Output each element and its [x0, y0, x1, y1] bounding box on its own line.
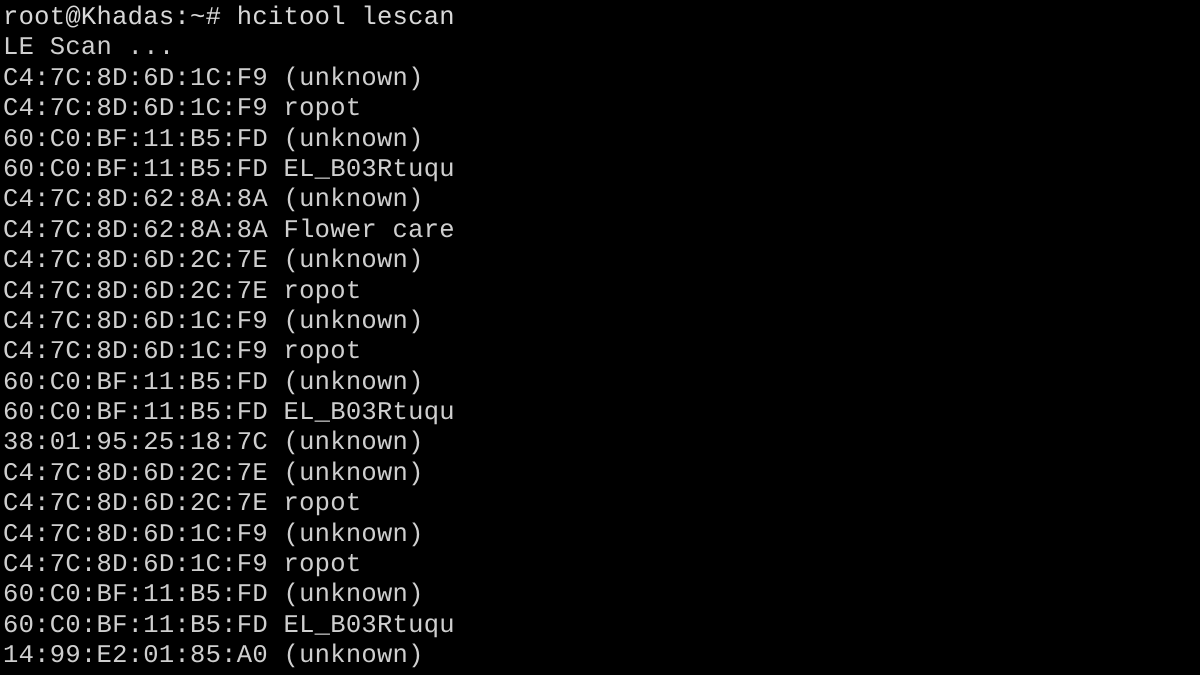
terminal-output-line: C4:7C:8D:6D:1C:F9 ropot — [3, 94, 362, 124]
terminal-output-line: C4:7C:8D:6D:2C:7E (unknown) — [3, 458, 424, 488]
terminal-output-line: 14:99:E2:01:85:A0 (unknown) — [3, 641, 424, 671]
terminal-output-line: 60:C0:BF:11:B5:FD EL_B03Rtuqu — [3, 154, 455, 184]
terminal-output-line: C4:7C:8D:6D:1C:F9 ropot — [3, 550, 362, 580]
terminal-output-line: C4:7C:8D:6D:1C:F9 (unknown) — [3, 306, 424, 336]
terminal-output-line: 60:C0:BF:11:B5:FD (unknown) — [3, 580, 424, 610]
terminal-output-line: 60:C0:BF:11:B5:FD (unknown) — [3, 124, 424, 154]
terminal-output-line: C4:7C:8D:62:8A:8A Flower care — [3, 215, 455, 245]
terminal-output-line: 38:01:95:25:18:7C (unknown) — [3, 428, 424, 458]
terminal-output-line: C4:7C:8D:6D:1C:F9 ropot — [3, 337, 362, 367]
terminal-window[interactable]: root@Khadas:~# hcitool lescan LE Scan ..… — [0, 0, 1200, 675]
terminal-output-line: 60:C0:BF:11:B5:FD (unknown) — [3, 367, 424, 397]
terminal-output-line: 60:C0:BF:11:B5:FD EL_B03Rtuqu — [3, 610, 455, 640]
terminal-output-line: C4:7C:8D:6D:2C:7E ropot — [3, 489, 362, 519]
terminal-output-line: C4:7C:8D:62:8A:8A (unknown) — [3, 185, 424, 215]
terminal-status-line: LE Scan ... — [3, 33, 175, 63]
terminal-output-line: C4:7C:8D:6D:2C:7E ropot — [3, 276, 362, 306]
terminal-prompt-line: root@Khadas:~# hcitool lescan — [3, 3, 455, 32]
terminal-screen[interactable]: root@Khadas:~# hcitool lescan LE Scan ..… — [3, 3, 1200, 675]
terminal-output-line: C4:7C:8D:6D:2C:7E (unknown) — [3, 246, 424, 276]
terminal-output-line: C4:7C:8D:6D:1C:F9 (unknown) — [3, 519, 424, 549]
terminal-output-line: C4:7C:8D:6D:1C:F9 (unknown) — [3, 63, 424, 93]
terminal-output-line: 60:C0:BF:11:B5:FD EL_B03Rtuqu — [3, 398, 455, 428]
